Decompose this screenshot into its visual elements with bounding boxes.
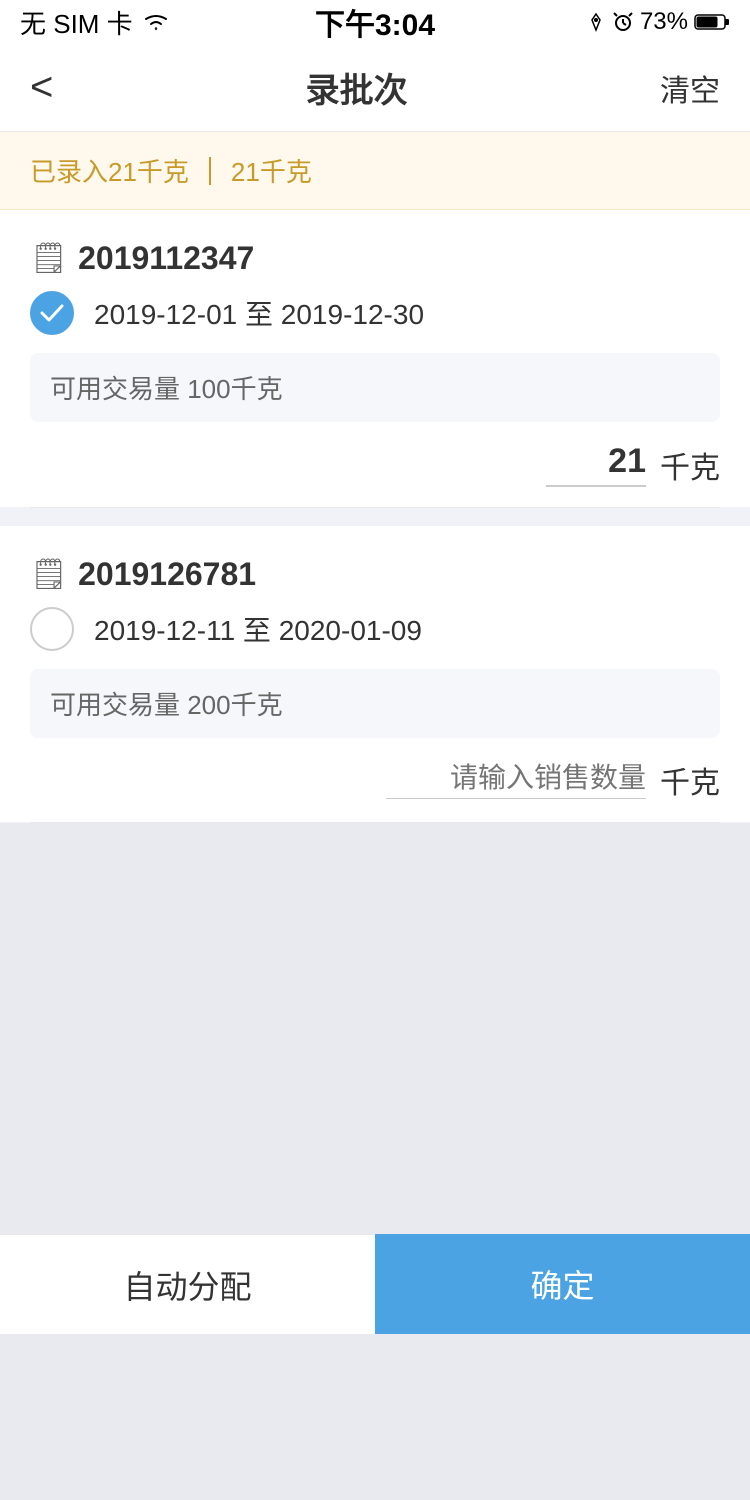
battery-icon <box>694 13 730 31</box>
batch1-available-qty: 可用交易量 100千克 <box>30 353 720 422</box>
status-right: 73% <box>586 8 730 36</box>
batch1-qty-row: 千克 <box>0 422 750 507</box>
batch1-qty-unit: 千克 <box>660 443 720 487</box>
nav-bar: < 录批次 清空 <box>0 44 750 132</box>
gray-area <box>0 823 750 1500</box>
auto-distribute-button[interactable]: 自动分配 <box>0 1234 375 1334</box>
batch2-icon: 🗒 <box>30 557 68 592</box>
back-button[interactable]: < <box>30 65 53 110</box>
batch1-header: 🗒 2019112347 <box>30 240 720 277</box>
batch2-date-range: 2019-12-11 至 2020-01-09 <box>94 609 422 649</box>
info-banner: 已录入21千克 21千克 <box>0 132 750 210</box>
status-time: 下午3:04 <box>315 0 435 44</box>
bottom-bar: 自动分配 确定 <box>0 1234 750 1334</box>
confirm-button[interactable]: 确定 <box>375 1234 750 1334</box>
status-bar: 无 SIM 卡 下午3:04 73% <box>0 0 750 44</box>
section-gap <box>0 508 750 526</box>
batch2-id: 2019126781 <box>78 556 256 593</box>
location-icon <box>586 12 606 32</box>
batch2-card: 🗒 2019126781 2019-12-11 至 2020-01-09 可用交… <box>0 526 750 738</box>
wifi-icon <box>141 11 171 33</box>
batch1-checkbox[interactable] <box>30 291 74 335</box>
battery-percent: 73% <box>640 8 688 36</box>
status-left: 无 SIM 卡 <box>20 4 171 41</box>
batch2-date-row: 2019-12-11 至 2020-01-09 <box>30 607 720 651</box>
check-icon <box>40 304 64 322</box>
batch2-available-qty: 可用交易量 200千克 <box>30 669 720 738</box>
batch1-date-row: 2019-12-01 至 2019-12-30 <box>30 291 720 335</box>
batch1-card: 🗒 2019112347 2019-12-01 至 2019-12-30 可用交… <box>0 210 750 422</box>
batch1-qty-input-wrap[interactable] <box>546 442 646 487</box>
batch2-checkbox[interactable] <box>30 607 74 651</box>
batch2-qty-unit: 千克 <box>660 758 720 802</box>
batch1-id: 2019112347 <box>78 240 254 277</box>
batch2-qty-input-wrap[interactable] <box>386 762 646 799</box>
batch1-icon: 🗒 <box>30 241 68 276</box>
recorded-label: 已录入21千克 <box>30 152 189 189</box>
info-divider <box>209 157 211 185</box>
alarm-icon <box>612 11 634 33</box>
batch2-qty-input[interactable] <box>386 762 646 794</box>
page-title: 录批次 <box>306 63 408 112</box>
batch2-header: 🗒 2019126781 <box>30 556 720 593</box>
recorded-value: 21千克 <box>231 152 312 189</box>
batch2-qty-row: 千克 <box>0 738 750 822</box>
sim-label: 无 SIM 卡 <box>20 4 133 41</box>
clear-button[interactable]: 清空 <box>660 66 720 110</box>
batch1-date-range: 2019-12-01 至 2019-12-30 <box>94 293 424 333</box>
batch1-qty-input[interactable] <box>546 442 646 481</box>
